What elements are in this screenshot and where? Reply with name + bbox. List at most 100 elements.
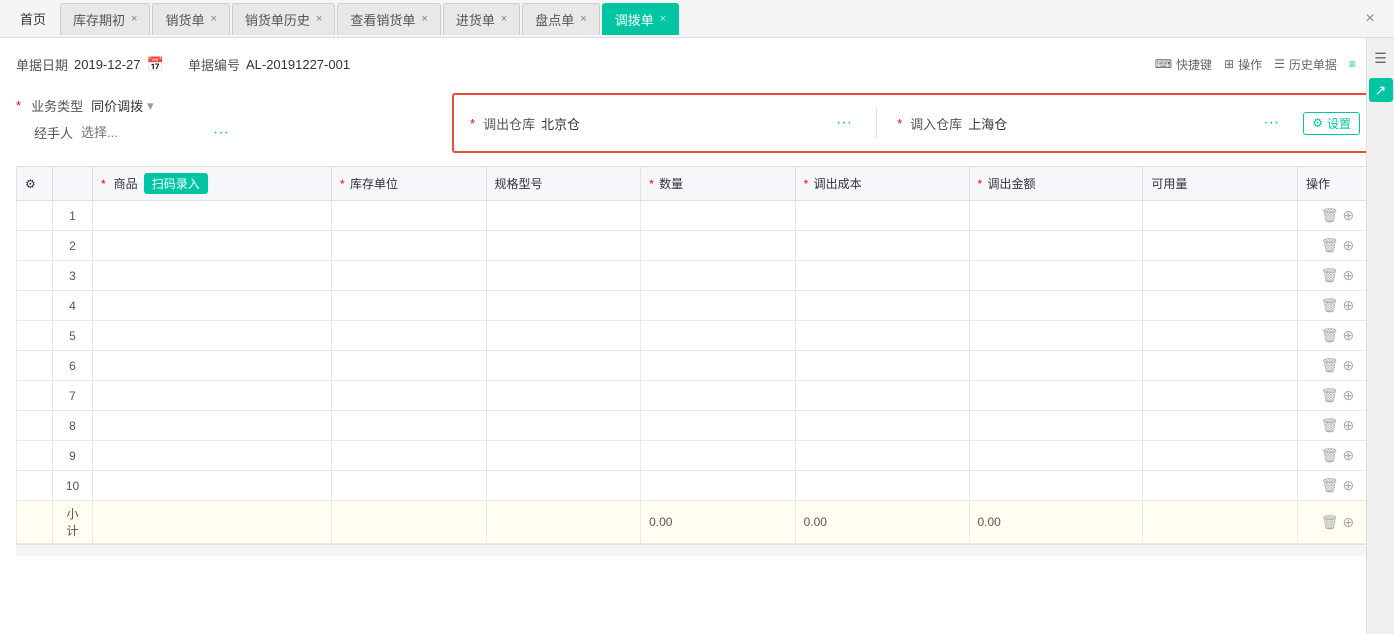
row-available-cell [1143,351,1298,381]
row-product-cell[interactable] [93,411,332,441]
delete-row-icon[interactable]: 🗑 [1319,447,1341,463]
copy-row-icon[interactable]: ⊕ [1341,514,1357,530]
operations-btn[interactable]: ⊞ 操作 [1224,56,1262,73]
tab-purchase-label: 进货单 [456,10,495,29]
shortcut-label: 快捷键 [1176,56,1212,73]
th-cost: * 调出成本 [795,167,969,201]
amount-req-star: * [978,177,983,191]
shortcut-btn[interactable]: ⌨ 快捷键 [1155,56,1212,73]
row-unit-cell [331,201,486,231]
copy-row-icon[interactable]: ⊕ [1341,297,1357,313]
row-product-cell[interactable] [93,381,332,411]
row-amount-cell [969,231,1143,261]
row-gear-cell [17,411,53,441]
table-row: 5🗑⊕ [17,321,1378,351]
copy-row-icon[interactable]: ⊕ [1341,327,1357,343]
copy-row-icon[interactable]: ⊕ [1341,237,1357,253]
th-spec: 规格型号 [486,167,641,201]
table-row: 6🗑⊕ [17,351,1378,381]
business-type-select[interactable]: 同价调拨 ▾ [91,96,211,115]
target-warehouse-ellipsis[interactable]: ··· [1259,114,1283,132]
copy-row-icon[interactable]: ⊕ [1341,207,1357,223]
sidebar-expand-icon[interactable]: ↗ [1369,78,1393,102]
window-close-button[interactable]: × [1354,3,1386,35]
row-qty-cell [641,291,796,321]
business-type-star: * [16,98,21,113]
tab-close-view-sales[interactable]: × [421,13,427,25]
handler-row: 经手人 ··· [16,123,436,142]
delete-row-icon[interactable]: 🗑 [1319,357,1341,373]
tab-inventory-init[interactable]: 库存期初 × [60,3,150,35]
row-product-cell[interactable] [93,261,332,291]
scan-btn[interactable]: 扫码录入 [144,173,208,194]
sidebar-list-icon[interactable]: ☰ [1369,46,1393,70]
gear-icon[interactable]: ⚙ [25,177,36,191]
copy-row-icon[interactable]: ⊕ [1341,477,1357,493]
tab-close-transfer[interactable]: × [660,13,666,25]
delete-row-icon[interactable]: 🗑 [1319,237,1341,253]
copy-row-icon[interactable]: ⊕ [1341,417,1357,433]
table-row: 1🗑⊕ [17,201,1378,231]
source-warehouse-ellipsis[interactable]: ··· [832,114,856,132]
row-amount-cell: 0.00 [969,501,1143,544]
delete-row-icon[interactable]: 🗑 [1319,327,1341,343]
copy-row-icon[interactable]: ⊕ [1341,267,1357,283]
source-warehouse-value: 北京仓 [541,114,580,133]
copy-row-icon[interactable]: ⊕ [1341,357,1357,373]
delete-row-icon[interactable]: 🗑 [1319,387,1341,403]
copy-row-icon[interactable]: ⊕ [1341,387,1357,403]
row-qty-cell [641,411,796,441]
handler-ellipsis[interactable]: ··· [209,124,233,142]
tab-view-sales[interactable]: 查看销货单 × [337,3,440,35]
layout1-btn[interactable]: ≡ [1349,57,1356,71]
row-product-cell[interactable] [93,321,332,351]
delete-row-icon[interactable]: 🗑 [1319,417,1341,433]
row-product-cell[interactable] [93,291,332,321]
business-type-arrow[interactable]: ▾ [147,98,154,114]
subtotal-label: 小计 [53,501,93,544]
handler-input[interactable] [81,125,201,140]
row-available-cell [1143,231,1298,261]
th-product-label: 商品 [114,175,138,192]
delete-row-icon[interactable]: 🗑 [1319,477,1341,493]
row-qty-cell [641,441,796,471]
tab-close-inventory-init[interactable]: × [131,13,137,25]
bottom-scrollbar[interactable] [16,544,1378,556]
form-section: * 业务类型 同价调拨 ▾ 经手人 ··· * 调出仓库 北京仓 ··· [16,90,1378,156]
row-product-cell[interactable] [93,471,332,501]
row-spec-cell [486,351,641,381]
row-spec-cell [486,291,641,321]
th-gear[interactable]: ⚙ [17,167,53,201]
tab-stocktake[interactable]: 盘点单 × [522,3,599,35]
tab-close-sales-order[interactable]: × [210,13,216,25]
row-product-cell[interactable] [93,351,332,381]
tab-sales-order[interactable]: 销货单 × [152,3,229,35]
settings-button[interactable]: ⚙ 设置 [1303,112,1360,135]
row-product-cell[interactable] [93,201,332,231]
tab-transfer[interactable]: 调拨单 × [602,3,679,35]
delete-row-icon[interactable]: 🗑 [1319,207,1341,223]
copy-row-icon[interactable]: ⊕ [1341,447,1357,463]
tab-purchase[interactable]: 进货单 × [443,3,520,35]
delete-row-icon[interactable]: 🗑 [1319,514,1341,530]
delete-row-icon[interactable]: 🗑 [1319,297,1341,313]
calendar-icon[interactable]: 📅 [147,56,164,73]
operations-label: 操作 [1238,56,1262,73]
delete-row-icon[interactable]: 🗑 [1319,267,1341,283]
tab-home[interactable]: 首页 [8,3,58,35]
history-btn[interactable]: ☰ 历史单据 [1274,56,1337,73]
table-row: 9🗑⊕ [17,441,1378,471]
row-number: 2 [53,231,93,261]
layout1-icon: ≡ [1349,57,1356,71]
header-row: 单据日期 2019-12-27 📅 单据编号 AL-20191227-001 ⌨… [16,48,1378,80]
tab-sales-history[interactable]: 销货单历史 × [232,3,335,35]
row-unit-cell [331,381,486,411]
row-gear-cell [17,381,53,411]
row-product-cell[interactable] [93,441,332,471]
table-row: 2 🗑⊕ [17,231,1378,261]
tab-close-sales-history[interactable]: × [316,13,322,25]
tab-close-stocktake[interactable]: × [580,13,586,25]
row-product-cell[interactable] [93,231,332,261]
row-cost-cell [795,381,969,411]
tab-close-purchase[interactable]: × [501,13,507,25]
